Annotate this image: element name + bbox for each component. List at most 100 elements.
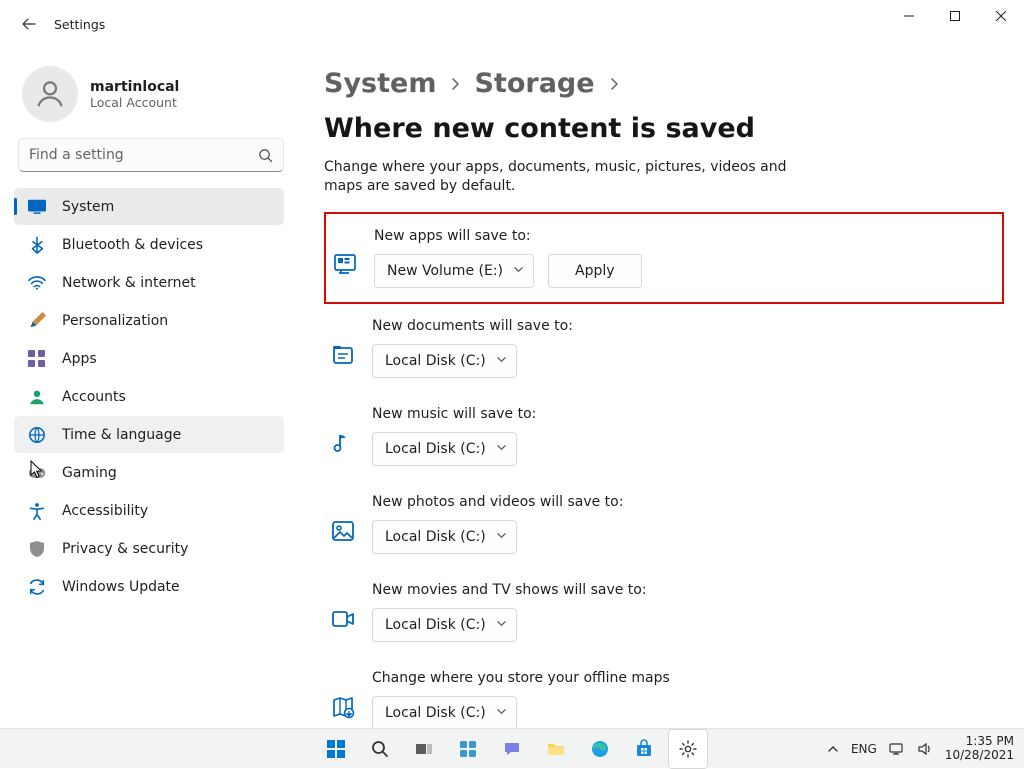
task-view[interactable]	[404, 729, 444, 769]
titlebar: Settings	[0, 0, 1024, 48]
select-maps-drive[interactable]: Local Disk (C:)	[372, 696, 517, 728]
settings-app[interactable]	[668, 729, 708, 769]
sidebar-item-personalize[interactable]: Personalization	[14, 302, 284, 339]
sidebar-item-label: System	[62, 199, 114, 215]
sidebar-item-system[interactable]: System	[14, 188, 284, 225]
breadcrumb: System Storage Where new content is save…	[324, 68, 1004, 144]
sidebar-item-label: Accessibility	[62, 503, 148, 519]
profile-name: martinlocal	[90, 79, 179, 95]
select-photos-drive[interactable]: Local Disk (C:)	[372, 520, 517, 554]
volume-icon	[917, 742, 933, 756]
sidebar-item-label: Privacy & security	[62, 541, 188, 557]
sidebar-item-accounts[interactable]: Accounts	[14, 378, 284, 415]
taskbar-search[interactable]	[360, 729, 400, 769]
breadcrumb-system[interactable]: System	[324, 68, 436, 99]
section-docs: New documents will save to: Local Disk (C…	[324, 304, 1004, 392]
maximize-button[interactable]	[932, 0, 978, 32]
apps-icon	[330, 250, 360, 280]
select-value: New Volume (E:)	[387, 263, 503, 279]
chevron-right-icon	[609, 77, 619, 91]
sidebar-item-update[interactable]: Windows Update	[14, 568, 284, 605]
edge[interactable]	[580, 729, 620, 769]
close-button[interactable]	[978, 0, 1024, 32]
gear-icon	[678, 739, 698, 759]
section-label: New documents will save to:	[372, 318, 573, 334]
sidebar-item-label: Accounts	[62, 389, 126, 405]
arrow-left-icon	[21, 16, 37, 32]
sidebar-item-network[interactable]: Network & internet	[14, 264, 284, 301]
taskview-icon	[414, 739, 434, 759]
chevron-down-icon	[496, 705, 507, 721]
minimize-button[interactable]	[886, 0, 932, 32]
close-icon	[996, 11, 1006, 21]
gaming-icon	[28, 464, 46, 482]
tray-time: 1:35 PM	[945, 735, 1014, 749]
network-icon	[28, 274, 46, 292]
update-icon	[28, 578, 46, 596]
taskbar: ENG 1:35 PM 10/28/2021	[0, 728, 1024, 768]
music-icon	[328, 428, 358, 458]
privacy-icon	[28, 540, 46, 558]
sidebar: martinlocal Local Account System Bluetoot…	[0, 48, 300, 728]
tray-clock[interactable]: 1:35 PM 10/28/2021	[945, 735, 1014, 763]
sidebar-item-privacy[interactable]: Privacy & security	[14, 530, 284, 567]
breadcrumb-storage[interactable]: Storage	[474, 68, 594, 99]
photos-icon	[328, 516, 358, 546]
tray-network[interactable]	[889, 742, 905, 756]
section-apps: New apps will save to:New Volume (E:)App…	[324, 212, 1004, 304]
sidebar-item-label: Apps	[62, 351, 97, 367]
select-docs-drive[interactable]: Local Disk (C:)	[372, 344, 517, 378]
select-movies-drive[interactable]: Local Disk (C:)	[372, 608, 517, 642]
search-icon	[258, 148, 273, 163]
profile-sub: Local Account	[90, 95, 179, 110]
chevron-down-icon	[496, 617, 507, 633]
select-value: Local Disk (C:)	[385, 441, 486, 457]
apply-label: Apply	[575, 263, 615, 279]
section-label: Change where you store your offline maps	[372, 670, 670, 686]
start-button[interactable]	[316, 729, 356, 769]
select-music-drive[interactable]: Local Disk (C:)	[372, 432, 517, 466]
chevron-down-icon	[496, 441, 507, 457]
breadcrumb-current: Where new content is saved	[324, 113, 755, 144]
chevron-up-icon	[827, 743, 839, 755]
tray-language[interactable]: ENG	[851, 742, 877, 756]
personalize-icon	[28, 312, 46, 330]
page-description: Change where your apps, documents, music…	[324, 158, 794, 196]
sidebar-item-gaming[interactable]: Gaming	[14, 454, 284, 491]
search-input[interactable]	[29, 147, 249, 163]
widgets[interactable]	[448, 729, 488, 769]
system-tray: ENG 1:35 PM 10/28/2021	[827, 729, 1024, 768]
back-button[interactable]	[10, 5, 48, 43]
tray-volume[interactable]	[917, 742, 933, 756]
avatar	[22, 66, 78, 122]
sidebar-item-apps[interactable]: Apps	[14, 340, 284, 377]
store[interactable]	[624, 729, 664, 769]
apply-button-apps[interactable]: Apply	[548, 254, 642, 288]
sidebar-item-time-lang[interactable]: Time & language	[14, 416, 284, 453]
widgets-icon	[458, 739, 478, 759]
tray-chevron[interactable]	[827, 743, 839, 755]
sidebar-item-accessibility[interactable]: Accessibility	[14, 492, 284, 529]
movies-icon	[328, 604, 358, 634]
chevron-down-icon	[513, 263, 524, 279]
select-value: Local Disk (C:)	[385, 705, 486, 721]
system-icon	[28, 198, 46, 216]
sidebar-item-bluetooth[interactable]: Bluetooth & devices	[14, 226, 284, 263]
maximize-icon	[950, 11, 960, 21]
chat[interactable]	[492, 729, 532, 769]
section-maps: Change where you store your offline maps…	[324, 656, 1004, 728]
select-apps-drive[interactable]: New Volume (E:)	[374, 254, 534, 288]
chevron-down-icon	[496, 529, 507, 545]
maps-icon	[328, 692, 358, 722]
sidebar-item-label: Bluetooth & devices	[62, 237, 203, 253]
file-explorer[interactable]	[536, 729, 576, 769]
network-icon	[889, 742, 905, 756]
profile-block[interactable]: martinlocal Local Account	[14, 60, 292, 138]
section-label: New music will save to:	[372, 406, 536, 422]
store-icon	[634, 739, 654, 759]
window-controls	[886, 0, 1024, 40]
search-box[interactable]	[18, 138, 284, 172]
section-music: New music will save to: Local Disk (C:)	[324, 392, 1004, 480]
select-value: Local Disk (C:)	[385, 617, 486, 633]
accounts-icon	[28, 388, 46, 406]
